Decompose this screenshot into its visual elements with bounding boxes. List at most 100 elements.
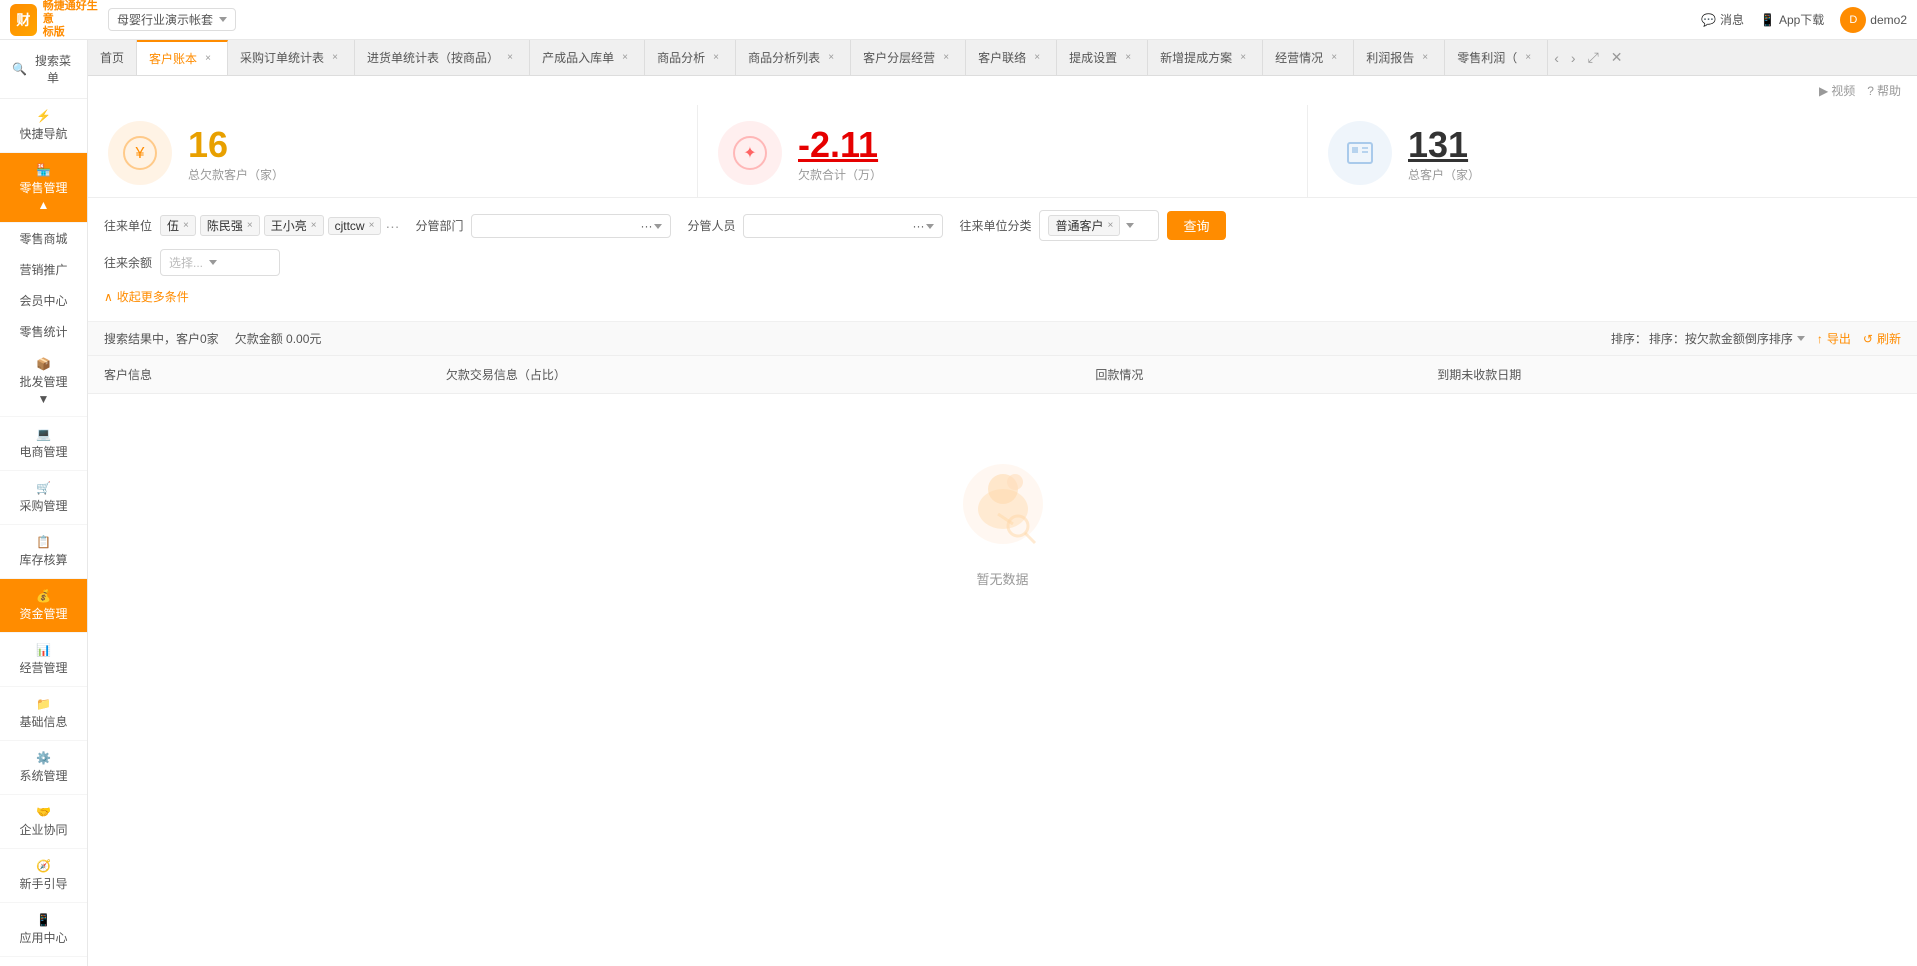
tab-promotion-settings[interactable]: 提成设置 × — [1057, 40, 1148, 76]
sidebar-item-ecommerce[interactable]: 💻 电商管理 — [0, 417, 87, 471]
tab-close-business-status[interactable]: × — [1327, 51, 1341, 65]
ecommerce-label: 电商管理 — [19, 443, 67, 460]
sidebar-item-finance[interactable]: 💰 资金管理 — [0, 579, 87, 633]
tab-close-product-analysis[interactable]: × — [709, 51, 723, 65]
export-btn[interactable]: ↑ 导出 — [1817, 330, 1851, 347]
tab-nav-left[interactable]: ‹ — [1548, 40, 1565, 76]
unit-tag-cjttcw-close[interactable]: × — [369, 220, 375, 231]
tab-close-product-stock[interactable]: × — [618, 51, 632, 65]
tab-close-customer-tier[interactable]: × — [939, 51, 953, 65]
sidebar-search-area: 🔍 搜索菜单 — [0, 40, 87, 99]
sidebar-item-purchase[interactable]: 🛒 采购管理 — [0, 471, 87, 525]
sidebar-item-retail-stats[interactable]: 零售统计 — [0, 316, 87, 347]
svg-text:¥: ¥ — [135, 145, 145, 162]
sidebar-item-members[interactable]: 会员中心 — [0, 285, 87, 316]
sidebar-item-wholesale[interactable]: 📦 批发管理 ▼ — [0, 347, 87, 417]
sidebar-item-retail-shop[interactable]: 零售商城 — [0, 223, 87, 254]
tab-close-retail-profit[interactable]: × — [1521, 51, 1535, 65]
results-bar-right: 排序： 排序：按欠款金额倒序排序 ↑ 导出 ↺ 刷新 — [1611, 330, 1901, 347]
tab-maximize[interactable]: ⤢ — [1582, 40, 1605, 76]
refresh-btn[interactable]: ↺ 刷新 — [1863, 330, 1901, 347]
unit-tag-cjttcw[interactable]: cjttcw × — [328, 217, 382, 235]
sidebar-quick-nav[interactable]: ⚡ 快捷导航 — [0, 99, 87, 153]
sort-btn[interactable]: 排序： 排序：按欠款金额倒序排序 — [1611, 330, 1805, 347]
unit-tag-wang[interactable]: 王小亮 × — [264, 215, 324, 236]
unit-type-select[interactable]: 普通客户 × — [1039, 210, 1159, 241]
unit-tag-chen[interactable]: 陈民强 × — [200, 215, 260, 236]
message-btn[interactable]: 💬 消息 — [1701, 11, 1744, 28]
dept-select[interactable]: ··· — [471, 214, 671, 238]
unit-type-tag-close[interactable]: × — [1108, 220, 1114, 231]
tab-home[interactable]: 首页 — [88, 40, 137, 76]
sidebar-item-wechat[interactable]: 💬 企业微信 — [0, 957, 87, 966]
help-btn[interactable]: ? 帮助 — [1867, 82, 1901, 99]
tab-profit-report[interactable]: 利润报告 × — [1354, 40, 1445, 76]
tab-close-stock-stats[interactable]: × — [503, 51, 517, 65]
user-profile[interactable]: D demo2 — [1840, 7, 1907, 33]
tab-close-new-plan[interactable]: × — [1236, 51, 1250, 65]
tab-product-analysis[interactable]: 商品分析 × — [645, 40, 736, 76]
svg-text:✦: ✦ — [743, 145, 756, 162]
promotion-settings-tab-label: 提成设置 — [1069, 49, 1117, 66]
person-select[interactable]: ··· — [743, 214, 943, 238]
unit-tag-wang-close[interactable]: × — [311, 220, 317, 231]
col-repayment: 回款情况 — [1079, 356, 1421, 394]
sidebar-item-marketing[interactable]: 营销推广 — [0, 254, 87, 285]
tab-stock-stats[interactable]: 进货单统计表（按商品） × — [355, 40, 530, 76]
tab-close-product-list[interactable]: × — [824, 51, 838, 65]
tab-purchase-order[interactable]: 采购订单统计表 × — [228, 40, 355, 76]
tab-retail-profit[interactable]: 零售利润（ × — [1445, 40, 1548, 76]
tab-nav-right[interactable]: › — [1565, 40, 1582, 76]
sidebar-item-enterprise[interactable]: 🤝 企业协同 — [0, 795, 87, 849]
tab-close-all[interactable]: ✕ — [1605, 40, 1629, 76]
retail-icon: 🏪 — [36, 163, 51, 177]
app-download-btn[interactable]: 📱 App下载 — [1760, 11, 1824, 28]
finance-icon: 💰 — [36, 589, 51, 603]
tab-close-customer-contact[interactable]: × — [1030, 51, 1044, 65]
unit-tag-chen-close[interactable]: × — [247, 220, 253, 231]
company-selector[interactable]: 母婴行业演示帐套 — [108, 8, 236, 31]
tab-customer-contact[interactable]: 客户联络 × — [966, 40, 1057, 76]
sidebar-item-retail[interactable]: 🏪 零售管理 ▲ — [0, 153, 87, 223]
tab-close-promotion-settings[interactable]: × — [1121, 51, 1135, 65]
more-tags-btn[interactable]: ··· — [385, 218, 399, 234]
basic-info-icon: 📁 — [36, 697, 51, 711]
unit-tag-wu-close[interactable]: × — [183, 220, 189, 231]
tab-product-list[interactable]: 商品分析列表 × — [736, 40, 851, 76]
video-btn[interactable]: ▶ 视频 — [1819, 82, 1855, 99]
search-button[interactable]: 查询 — [1167, 211, 1225, 240]
tab-product-stock[interactable]: 产成品入库单 × — [530, 40, 645, 76]
tab-close-profit-report[interactable]: × — [1418, 51, 1432, 65]
sidebar-item-inventory[interactable]: 📋 库存核算 — [0, 525, 87, 579]
tab-business-status[interactable]: 经营情况 × — [1263, 40, 1354, 76]
sidebar-item-app-center[interactable]: 📱 应用中心 — [0, 903, 87, 957]
sidebar-item-basic-info[interactable]: 📁 基础信息 — [0, 687, 87, 741]
data-table: 客户信息 欠款交易信息（占比） 回款情况 到期未收款日期 — [88, 356, 1917, 394]
operations-icon: 📊 — [36, 643, 51, 657]
content-area: 首页 客户账本 × 采购订单统计表 × 进货单统计表（按商品） × 产成品入库单… — [88, 40, 1917, 966]
phone-icon: 📱 — [1760, 13, 1775, 27]
business-status-tab-label: 经营情况 — [1275, 49, 1323, 66]
tab-close-account[interactable]: × — [201, 52, 215, 66]
search-menu-button[interactable]: 🔍 搜索菜单 — [8, 48, 79, 90]
app-center-icon: 📱 — [36, 913, 51, 927]
search-menu-label: 搜索菜单 — [31, 52, 75, 86]
tab-close-purchase-order[interactable]: × — [328, 51, 342, 65]
guide-icon: 🧭 — [36, 859, 51, 873]
balance-placeholder: 选择... — [169, 254, 203, 271]
balance-select[interactable]: 选择... — [160, 249, 280, 276]
unit-type-tag-normal[interactable]: 普通客户 × — [1048, 215, 1120, 236]
retail-stats-label: 零售统计 — [19, 325, 67, 339]
collapse-btn[interactable]: ∧ 收起更多条件 — [104, 288, 1901, 305]
logo-text: 畅捷通好生意 标版 — [43, 0, 98, 39]
tab-account[interactable]: 客户账本 × — [137, 40, 228, 76]
unit-tag-wu[interactable]: 伍 × — [160, 215, 196, 236]
sidebar-item-system[interactable]: ⚙️ 系统管理 — [0, 741, 87, 795]
unit-filter-label: 往来单位 — [104, 217, 152, 234]
tab-new-plan[interactable]: 新增提成方案 × — [1148, 40, 1263, 76]
sidebar-item-operations[interactable]: 📊 经营管理 — [0, 633, 87, 687]
balance-filter-label: 往来余额 — [104, 254, 152, 271]
sidebar-item-guide[interactable]: 🧭 新手引导 — [0, 849, 87, 903]
tab-customer-tier[interactable]: 客户分层经营 × — [851, 40, 966, 76]
system-label: 系统管理 — [19, 767, 67, 784]
